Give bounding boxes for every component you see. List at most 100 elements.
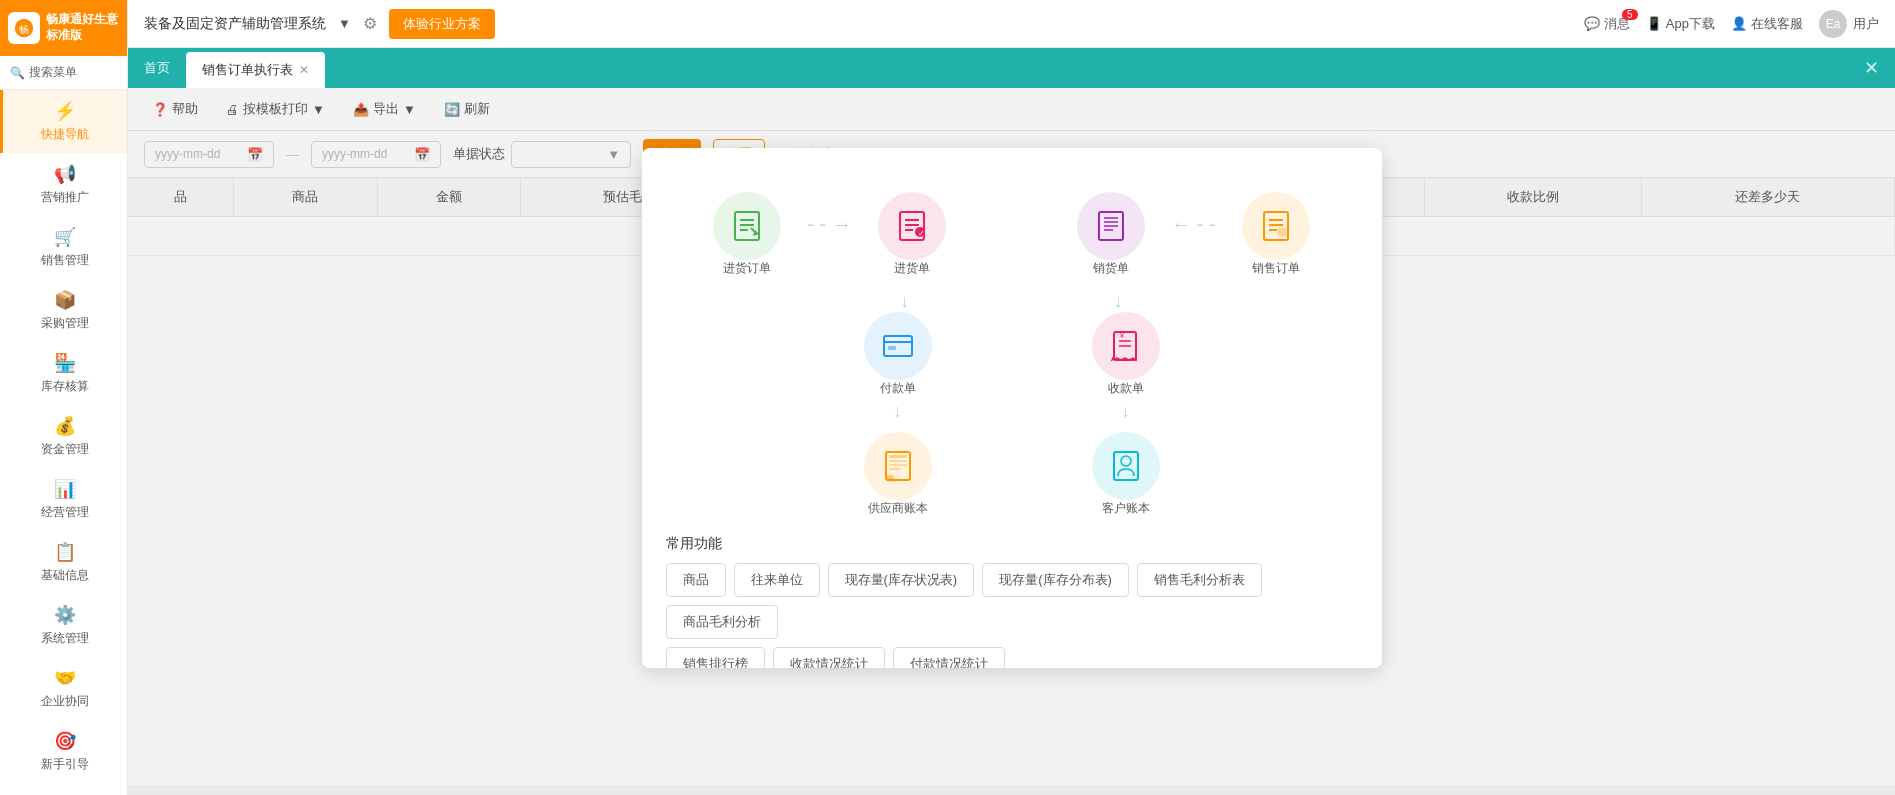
guide-icon: 🎯 [54,730,76,752]
main-area: 装备及固定资产辅助管理系统 ▼ ⚙ 体验行业方案 💬 消息 5 📱 App下载 … [128,0,1895,795]
sidebar-item-inventory[interactable]: 🏪 库存核算 [0,342,127,405]
tab-sales-order[interactable]: 销售订单执行表 ✕ [186,52,325,88]
app-download[interactable]: 📱 App下载 [1646,15,1715,33]
sidebar-item-enterprise[interactable]: 🤝 企业协同 [0,657,127,720]
func-btn-sales-rank[interactable]: 销售排行榜 [666,647,765,668]
flow-row-3: 账 供应商账本 客户账本 [676,422,1348,527]
func-buttons-row1: 商品 往来单位 现存量(库存状况表) 现存量(库存分布表) 销售毛利分析表 商品… [666,563,1358,639]
arrow-h1: - - → [797,213,861,236]
flow-payment[interactable]: 付款单 [864,312,932,397]
experience-btn[interactable]: 体验行业方案 [389,9,495,39]
sidebar-item-purchase[interactable]: 📦 采购管理 [0,279,127,342]
arrow-down-sales: ↓ [1084,291,1152,312]
operations-icon: 📊 [54,478,76,500]
tabbar-close-btn[interactable]: ✕ [1848,57,1895,79]
download-icon: 📱 [1646,16,1662,31]
svg-rect-21 [1278,228,1286,236]
logo-text: 畅康通好生意 标准版 [46,12,118,43]
sales-bill-label: 销货单 [1093,260,1129,277]
func-btn-receipt-stat[interactable]: 收款情况统计 [773,647,885,668]
sidebar-search[interactable]: 🔍 搜索菜单 [0,56,127,90]
service-icon: 👤 [1731,16,1747,31]
message-count: 5 [1622,9,1638,20]
inventory-icon: 🏪 [54,352,76,374]
flow-purchase-order[interactable]: 进货订单 [713,192,781,277]
func-btn-product[interactable]: 商品 [666,563,726,597]
topbar: 装备及固定资产辅助管理系统 ▼ ⚙ 体验行业方案 💬 消息 5 📱 App下载 … [128,0,1895,48]
content-area: ❓ 帮助 🖨 按模板打印 ▼ 📤 导出 ▼ 🔄 刷新 [128,88,1895,795]
flow-popup: 进货订单 - - → ✓ 进货单 [642,148,1382,668]
arrow-down-payment: ↓ [864,401,932,422]
func-btn-stock-status[interactable]: 现存量(库存状况表) [828,563,975,597]
settings-icon[interactable]: ⚙ [363,14,377,33]
purchase-icon: 📦 [54,289,76,311]
user-menu[interactable]: Ea 用户 [1819,10,1879,38]
quick-nav-icon: ⚡ [54,100,76,122]
sidebar-item-operations[interactable]: 📊 经营管理 [0,468,127,531]
payment-label: 付款单 [880,380,916,397]
func-btn-payment-stat[interactable]: 付款情况统计 [893,647,1005,668]
flow-sales-order[interactable]: 销售订单 [1242,192,1310,277]
func-btn-partner[interactable]: 往来单位 [734,563,820,597]
flow-row-1: 进货订单 - - → ✓ 进货单 [676,182,1348,287]
flow-diagram: 进货订单 - - → ✓ 进货单 [666,172,1358,527]
sidebar: 畅 畅康通好生意 标准版 🔍 搜索菜单 ⚡ 快捷导航 📢 营销推广 🛒 销售管理 [0,0,128,795]
payment-icon [864,312,932,380]
tabbar: 首页 销售订单执行表 ✕ ✕ [128,48,1895,88]
online-service[interactable]: 👤 在线客服 [1731,15,1803,33]
message-badge[interactable]: 💬 消息 5 [1584,15,1630,33]
tab-home[interactable]: 首页 [128,48,186,88]
sidebar-item-finance[interactable]: 💰 资金管理 [0,405,127,468]
sidebar-item-guide[interactable]: 🎯 新手引导 [0,720,127,783]
system-dropdown[interactable]: ▼ [338,16,351,31]
sidebar-item-quick-nav[interactable]: ⚡ 快捷导航 [0,90,127,153]
svg-text:账: 账 [887,474,895,483]
flow-sales-bill[interactable]: 销货单 [1077,192,1145,277]
purchase-order-icon [713,192,781,260]
svg-rect-33 [889,468,901,470]
customer-ledger-label: 客户账本 [1102,500,1150,517]
func-btn-sales-profit[interactable]: 销售毛利分析表 [1137,563,1262,597]
sales-order-icon [1242,192,1310,260]
sidebar-item-system[interactable]: ⚙️ 系统管理 [0,594,127,657]
svg-rect-32 [889,464,907,466]
sidebar-item-basic[interactable]: 📋 基础信息 [0,531,127,594]
flow-row-2: 付款单 ¥ 收款单 [676,312,1348,397]
common-functions-title: 常用功能 [666,535,1358,553]
arrow-down-purchase: ↓ [871,291,939,312]
tab-close-icon[interactable]: ✕ [299,63,309,77]
arrow-h2: ← - - [1161,213,1225,236]
flow-supplier-ledger[interactable]: 账 供应商账本 [864,432,932,517]
logo-icon: 畅 [8,12,40,44]
svg-rect-30 [889,455,907,458]
svg-point-36 [1121,456,1131,466]
svg-text:¥: ¥ [1120,332,1124,339]
flow-purchase-bill[interactable]: ✓ 进货单 [878,192,946,277]
customer-ledger-icon [1092,432,1160,500]
sidebar-logo: 畅 畅康通好生意 标准版 [0,0,127,56]
flow-popup-overlay[interactable]: 进货订单 - - → ✓ 进货单 [128,88,1895,795]
func-btn-stock-dist[interactable]: 现存量(库存分布表) [982,563,1129,597]
system-title: 装备及固定资产辅助管理系统 [144,15,326,33]
supplier-ledger-icon: 账 [864,432,932,500]
enterprise-icon: 🤝 [54,667,76,689]
purchase-bill-icon: ✓ [878,192,946,260]
search-icon: 🔍 [10,66,25,80]
receipt-label: 收款单 [1108,380,1144,397]
svg-rect-24 [888,346,896,350]
arrow-down-receipt: ↓ [1092,401,1160,422]
flow-customer-ledger[interactable]: 客户账本 [1092,432,1160,517]
basic-icon: 📋 [54,541,76,563]
purchase-order-label: 进货订单 [723,260,771,277]
user-avatar: Ea [1819,10,1847,38]
common-functions: 常用功能 商品 往来单位 现存量(库存状况表) 现存量(库存分布表) 销售毛利分… [666,535,1358,668]
func-btn-product-profit[interactable]: 商品毛利分析 [666,605,778,639]
sidebar-item-marketing[interactable]: 📢 营销推广 [0,153,127,216]
func-buttons-row2: 销售排行榜 收款情况统计 付款情况统计 [666,647,1358,668]
arrow-row-v1: ↓ ↓ [676,291,1348,312]
svg-text:畅: 畅 [19,24,29,35]
sidebar-item-sales[interactable]: 🛒 销售管理 [0,216,127,279]
sales-icon: 🛒 [54,226,76,248]
flow-receipt[interactable]: ¥ 收款单 [1092,312,1160,397]
svg-rect-31 [889,460,907,462]
